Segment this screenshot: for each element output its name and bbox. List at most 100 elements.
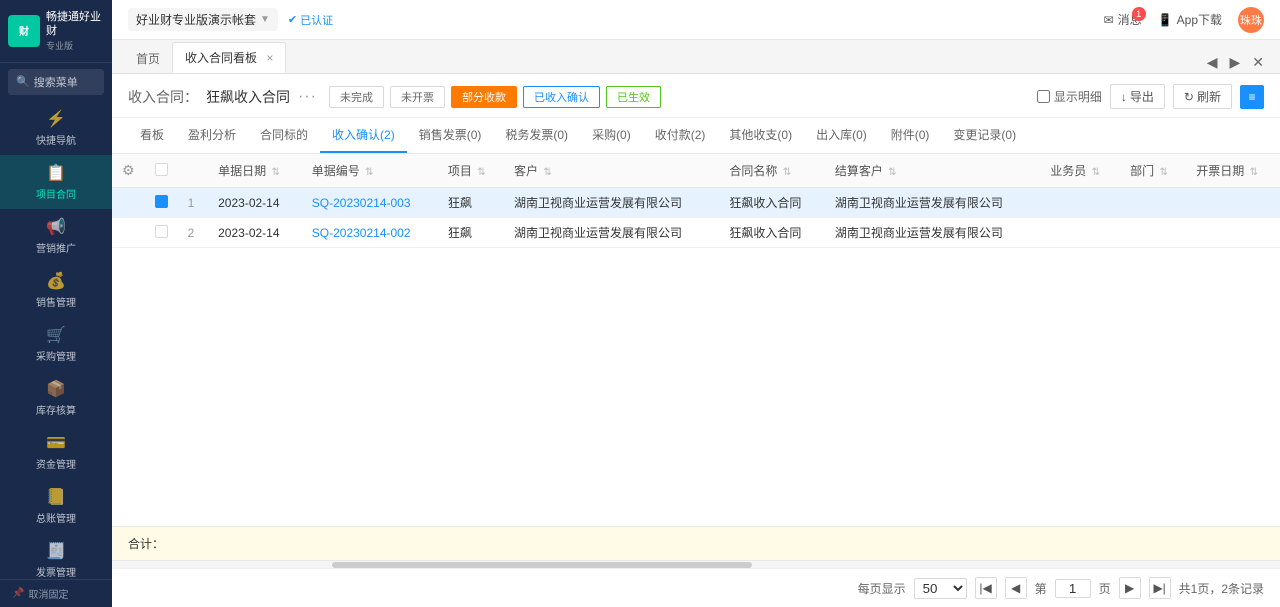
row2-salesman <box>1040 218 1120 248</box>
show-detail-checkbox-label[interactable]: 显示明细 <box>1037 88 1102 105</box>
horizontal-scrollbar[interactable] <box>112 560 1280 568</box>
sub-tab-kanban[interactable]: 看板 <box>128 118 176 153</box>
contract-more-button[interactable]: ··· <box>298 88 317 106</box>
customer-sort-icon: ⇅ <box>543 167 551 178</box>
sub-tab-income-confirm[interactable]: 收入确认(2) <box>320 118 407 153</box>
row2-checkbox-input[interactable] <box>155 225 168 238</box>
table-row[interactable]: 2 2023-02-14 SQ-20230214-002 狂飙 湖南卫视商业运营… <box>112 218 1280 248</box>
sidebar-item-inventory[interactable]: 📦 库存核算 <box>0 371 112 425</box>
sub-tab-warehouse[interactable]: 出入库(0) <box>804 118 879 153</box>
sales-label: 销售管理 <box>36 294 76 309</box>
unpin-button[interactable]: 📌 取消固定 <box>0 580 112 607</box>
sub-tab-purchase[interactable]: 采购(0) <box>580 118 643 153</box>
sub-tab-attachment[interactable]: 附件(0) <box>879 118 942 153</box>
topbar: 好业财专业版演示帐套 ▼ ✔ 已认证 ✉ 1 消息 📱 App下载 珠珠 <box>112 0 1280 40</box>
refresh-button[interactable]: ↻ 刷新 <box>1173 84 1232 109</box>
page-size-select[interactable]: 50 20 100 <box>914 578 967 599</box>
sub-tab-tax-invoice[interactable]: 税务发票(0) <box>493 118 580 153</box>
tab-home[interactable]: 首页 <box>124 44 172 73</box>
settings-col-header[interactable]: ⚙ <box>112 154 145 188</box>
main-content: 好业财专业版演示帐套 ▼ ✔ 已认证 ✉ 1 消息 📱 App下载 珠珠 <box>112 0 1280 607</box>
project-col-header[interactable]: 项目 ⇅ <box>438 154 504 188</box>
number-col-header[interactable]: 单据编号 ⇅ <box>302 154 438 188</box>
sidebar-item-fund[interactable]: 💳 资金管理 <box>0 425 112 479</box>
sidebar-item-purchase[interactable]: 🛒 采购管理 <box>0 317 112 371</box>
sidebar-item-project-contract[interactable]: 📋 项目合同 <box>0 155 112 209</box>
sub-tab-sales-invoice[interactable]: 销售发票(0) <box>407 118 494 153</box>
message-button[interactable]: ✉ 1 消息 <box>1104 11 1142 28</box>
sub-tabs: 看板 盈利分析 合同标的 收入确认(2) 销售发票(0) 税务发票(0) 采购(… <box>112 118 1280 154</box>
tab-contract-board[interactable]: 收入合同看板 × <box>172 42 286 73</box>
contract-col-header[interactable]: 合同名称 ⇅ <box>719 154 824 188</box>
status-confirmed-button[interactable]: 已收入确认 <box>523 86 600 108</box>
refresh-label: 刷新 <box>1197 88 1221 105</box>
sidebar-item-sales[interactable]: 💰 销售管理 <box>0 263 112 317</box>
result-customer-col-header[interactable]: 结算客户 ⇅ <box>825 154 1040 188</box>
tab-nav-next[interactable]: ▶ <box>1225 52 1244 73</box>
project-contract-icon: 📋 <box>46 163 66 183</box>
table-footer: 合计： <box>112 526 1280 560</box>
row1-index: 1 <box>178 188 209 218</box>
tab-contract-board-label: 收入合同看板 <box>185 51 257 65</box>
sidebar-item-invoice[interactable]: 🧾 发票管理 <box>0 533 112 579</box>
right-panel-toggle[interactable]: ≡ <box>1240 85 1264 109</box>
row1-open-date <box>1186 188 1280 218</box>
page-last-button[interactable]: ▶| <box>1149 577 1171 599</box>
status-active-button[interactable]: 已生效 <box>606 86 661 108</box>
row1-number-link[interactable]: SQ-20230214-003 <box>312 196 411 210</box>
department-col-header[interactable]: 部门 ⇅ <box>1120 154 1186 188</box>
row2-number-link[interactable]: SQ-20230214-002 <box>312 226 411 240</box>
row1-checkbox[interactable] <box>145 188 178 218</box>
sidebar-item-quick-nav[interactable]: ⚡ 快捷导航 <box>0 101 112 155</box>
page-next-button[interactable]: ▶ <box>1119 577 1141 599</box>
search-menu-button[interactable]: 🔍 搜索菜单 <box>8 69 104 95</box>
sub-tab-kanban-label: 看板 <box>140 128 164 142</box>
settings-icon[interactable]: ⚙ <box>122 162 135 178</box>
sub-tab-payment-label: 收付款(2) <box>655 128 706 142</box>
checkbox-col-header[interactable] <box>145 154 178 188</box>
status-incomplete-button[interactable]: 未完成 <box>329 86 384 108</box>
salesman-sort-icon: ⇅ <box>1092 167 1100 178</box>
row2-settings <box>112 218 145 248</box>
page-first-button[interactable]: |◀ <box>975 577 997 599</box>
table-row[interactable]: 1 2023-02-14 SQ-20230214-003 狂飙 湖南卫视商业运营… <box>112 188 1280 218</box>
company-selector[interactable]: 好业财专业版演示帐套 ▼ <box>128 8 278 31</box>
export-button[interactable]: ↓ 导出 <box>1110 84 1165 109</box>
sub-tab-contract-subject[interactable]: 合同标的 <box>248 118 320 153</box>
row1-checkbox-input[interactable] <box>155 195 168 208</box>
select-all-checkbox[interactable] <box>155 163 168 176</box>
app-logo: 财 畅捷通好业财 专业版 <box>0 0 112 63</box>
search-icon: 🔍 <box>16 75 30 88</box>
status-partial-button[interactable]: 部分收款 <box>451 86 517 108</box>
open-date-col-header[interactable]: 开票日期 ⇅ <box>1186 154 1280 188</box>
page-number-input[interactable] <box>1055 579 1091 598</box>
user-avatar-button[interactable]: 珠珠 <box>1238 7 1264 33</box>
scrollbar-thumb[interactable] <box>332 562 752 568</box>
app-download-button[interactable]: 📱 App下载 <box>1158 11 1222 28</box>
quick-nav-icon: ⚡ <box>46 109 66 129</box>
status-uninvoiced-button[interactable]: 未开票 <box>390 86 445 108</box>
row1-number[interactable]: SQ-20230214-003 <box>302 188 438 218</box>
sub-tab-other-income[interactable]: 其他收支(0) <box>717 118 804 153</box>
row2-checkbox[interactable] <box>145 218 178 248</box>
sub-tab-profit[interactable]: 盈利分析 <box>176 118 248 153</box>
sub-tab-sales-invoice-label: 销售发票(0) <box>419 128 482 142</box>
page-prev-button[interactable]: ◀ <box>1005 577 1027 599</box>
row2-number[interactable]: SQ-20230214-002 <box>302 218 438 248</box>
salesman-col-label: 业务员 <box>1050 164 1086 178</box>
salesman-col-header[interactable]: 业务员 ⇅ <box>1040 154 1120 188</box>
customer-col-header[interactable]: 客户 ⇅ <box>504 154 719 188</box>
tab-close-all[interactable]: ✕ <box>1248 52 1268 73</box>
sub-tab-profit-label: 盈利分析 <box>188 128 236 142</box>
show-detail-checkbox[interactable] <box>1037 90 1050 103</box>
tab-nav-prev[interactable]: ◀ <box>1203 52 1222 73</box>
date-sort-icon: ⇅ <box>271 167 279 178</box>
sub-tab-payment[interactable]: 收付款(2) <box>643 118 718 153</box>
row1-contract: 狂飙收入合同 <box>719 188 824 218</box>
date-col-header[interactable]: 单据日期 ⇅ <box>208 154 302 188</box>
sidebar-item-marketing[interactable]: 📢 营销推广 <box>0 209 112 263</box>
sub-tab-change-log[interactable]: 变更记录(0) <box>941 118 1028 153</box>
tab-close-icon[interactable]: × <box>266 51 273 65</box>
logo-icon: 财 <box>8 15 40 47</box>
sidebar-item-general-ledger[interactable]: 📒 总账管理 <box>0 479 112 533</box>
